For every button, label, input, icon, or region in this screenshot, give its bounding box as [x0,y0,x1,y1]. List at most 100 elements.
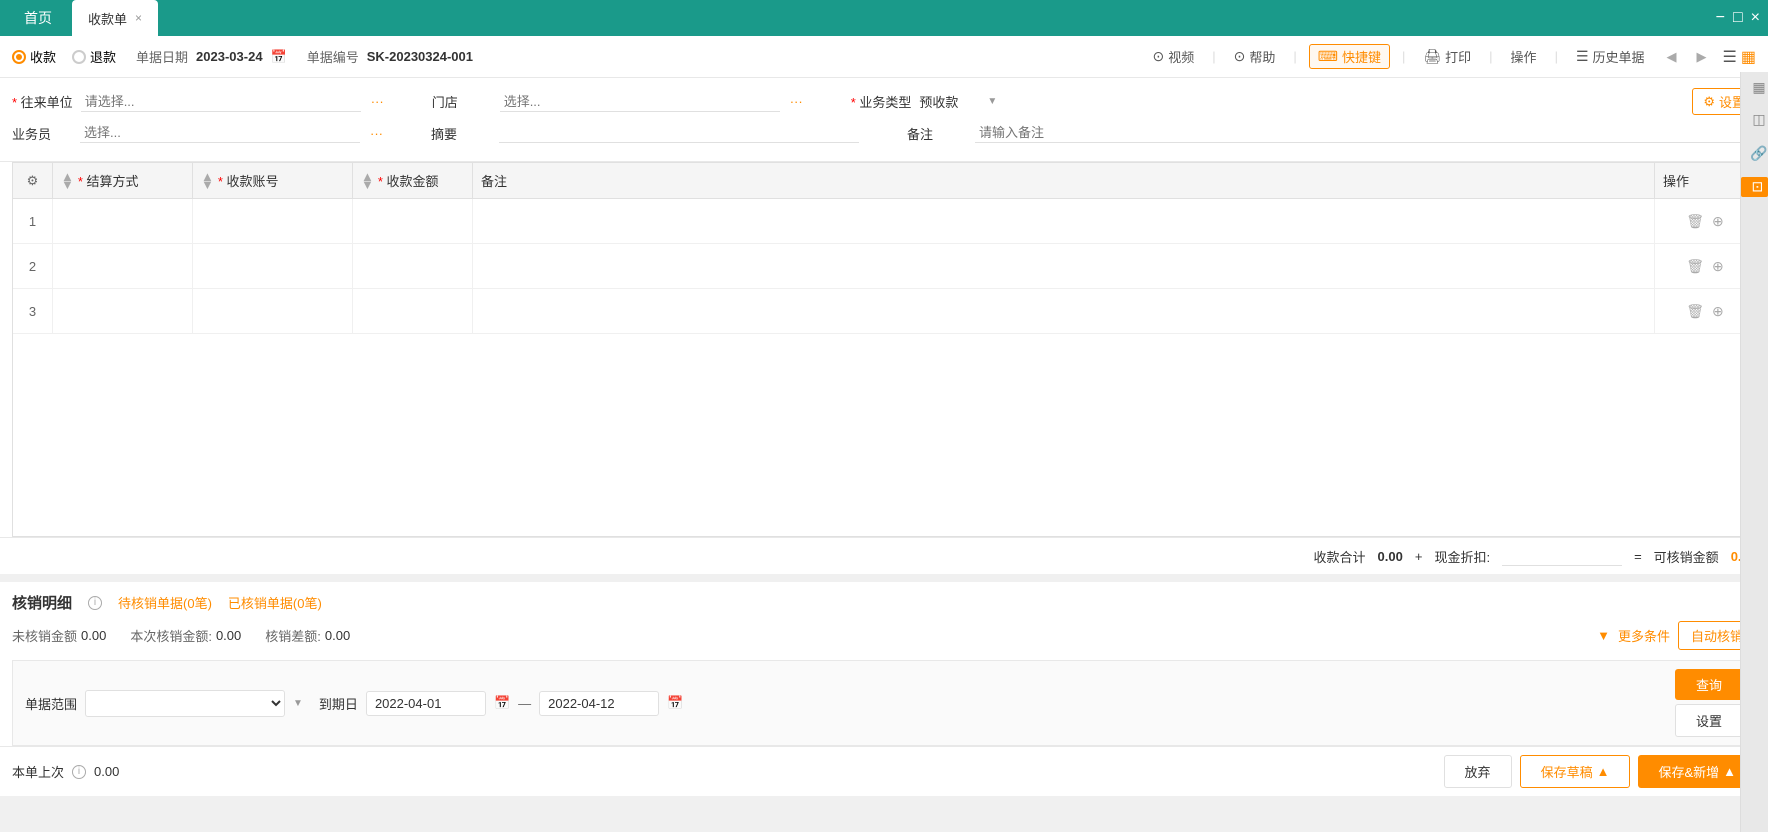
payment-type-group: 收款 退款 [12,47,116,66]
biz-type-chevron-icon[interactable]: ▼ [987,96,997,107]
bottom-info-icon[interactable]: i [72,765,86,779]
store-label: 门店 [432,92,492,111]
tab-bar: 首页 收款单 × − □ × [0,0,1768,36]
print-btn[interactable]: 🖨 打印 [1417,45,1477,68]
counterparty-input[interactable] [81,92,361,112]
summary-row: 收款合计 0.00 + 现金折扣: = 可核销金额 0.00 [0,537,1768,574]
tab-home[interactable]: 首页 [8,0,68,36]
query-buttons: 查询 设置 [1675,669,1743,737]
td-amount-1[interactable] [353,199,473,243]
row-copy-icon-1[interactable]: ⊕ [1712,213,1724,230]
bottom-notice-label: 本单上次 [12,762,64,781]
row-delete-icon-3[interactable]: 🗑 [1686,303,1704,320]
summary-label: 摘要 [431,124,491,143]
radio-refund[interactable]: 退款 [72,47,116,66]
main-content: 收款 退款 单据日期 2023-03-24 📅 单据编号 SK-20230324… [0,36,1768,796]
verify-info-icon[interactable]: i [88,596,102,610]
store-more-icon[interactable]: ··· [790,94,803,109]
query-btn[interactable]: 查询 [1675,669,1743,700]
row-copy-icon-2[interactable]: ⊕ [1712,258,1724,275]
equals-sign: = [1634,549,1642,564]
right-sidebar: ▦ ◫ 🔗 ⊡ [1740,72,1768,832]
sort-arrows-settlement: ▲▼ [61,173,74,189]
window-minimize-icon[interactable]: − [1716,9,1725,27]
history-btn[interactable]: ☰ 历史单据 [1570,45,1651,68]
td-account-3[interactable] [193,289,353,333]
window-close-icon[interactable]: × [1751,9,1760,27]
filter-row: 单据范围 ▼ 到期日 📅 — 📅 查询 设置 [12,660,1756,746]
video-btn[interactable]: ⊙ 视频 [1146,45,1200,68]
sidebar-doc-icon[interactable]: ◫ [1741,112,1768,128]
history-icon: ☰ [1576,48,1589,65]
nav-prev-icon[interactable]: ◀ [1663,49,1681,65]
save-draft-btn[interactable]: 保存草稿 ▲ [1520,755,1631,788]
date-to-calendar-icon[interactable]: 📅 [667,695,683,711]
th-remark: 备注 [473,163,1655,198]
td-remark-1[interactable] [473,199,1655,243]
shortcut-btn[interactable]: ⌨ 快捷键 [1309,44,1390,69]
table-row: 2 🗑 ⊕ [13,244,1755,289]
nav-next-icon[interactable]: ▶ [1693,49,1711,65]
radio-receipt[interactable]: 收款 [12,47,56,66]
td-account-1[interactable] [193,199,353,243]
range-select[interactable] [85,690,285,717]
row-delete-icon-1[interactable]: 🗑 [1686,213,1704,230]
remark-input[interactable] [975,123,1756,143]
doc-date-value: 2023-03-24 [196,49,263,64]
help-btn[interactable]: ⊙ 帮助 [1228,45,1282,68]
tab-close-icon[interactable]: × [135,11,142,25]
shortcut-icon: ⌨ [1318,48,1338,65]
discount-input[interactable] [1502,546,1622,566]
table-settings-icon[interactable]: ⚙ [13,163,53,198]
verify-tab-done[interactable]: 已核销单据(0笔) [228,593,322,612]
date-range-field: 到期日 📅 — 📅 [319,691,683,716]
discount-label: 现金折扣: [1434,547,1490,566]
save-draft-chevron-icon: ▲ [1597,764,1610,779]
row-copy-icon-3[interactable]: ⊕ [1712,303,1724,320]
td-remark-2[interactable] [473,244,1655,288]
sidebar-active-icon[interactable]: ⊡ [1741,177,1768,197]
current-cancel-label: 本次核销金额: [130,626,212,645]
more-conditions-link[interactable]: 更多条件 [1618,626,1670,645]
summary-input[interactable] [499,123,859,143]
filter-icon[interactable]: ▼ [1597,628,1610,643]
doc-num-value: SK-20230324-001 [367,49,473,64]
window-maximize-icon[interactable]: □ [1733,9,1743,27]
store-input[interactable] [500,92,780,112]
save-new-btn[interactable]: 保存&新增 ▲ [1638,755,1756,788]
td-amount-3[interactable] [353,289,473,333]
doc-date-section: 单据日期 2023-03-24 📅 [136,47,287,66]
date-to-input[interactable] [539,691,659,716]
counterparty-more-icon[interactable]: ··· [371,94,384,109]
uncanceled-label: 未核销金额 [12,626,77,645]
td-settlement-1[interactable] [53,199,193,243]
td-settlement-2[interactable] [53,244,193,288]
sidebar-table-icon[interactable]: ▦ [1741,80,1768,96]
staff-more-icon[interactable]: ··· [370,126,383,141]
sidebar-link-icon[interactable]: 🔗 [1741,144,1768,161]
range-chevron-icon: ▼ [293,698,303,709]
td-settlement-3[interactable] [53,289,193,333]
sort-arrows-amount: ▲▼ [361,173,374,189]
date-from-input[interactable] [366,691,486,716]
list-view-icon[interactable]: ☰ [1723,47,1737,67]
staff-input[interactable] [80,123,360,143]
tab-receipt[interactable]: 收款单 × [72,0,158,36]
grid-view-icon[interactable]: ▦ [1741,47,1756,67]
current-cancel-value: 0.00 [216,628,241,643]
discard-btn[interactable]: 放弃 [1444,755,1512,788]
verify-settings-btn[interactable]: 设置 [1675,704,1743,737]
table-row: 3 🗑 ⊕ [13,289,1755,334]
date-from-calendar-icon[interactable]: 📅 [494,695,510,711]
remark-label: 备注 [907,124,967,143]
operation-btn[interactable]: 操作 [1505,45,1543,68]
td-amount-2[interactable] [353,244,473,288]
toolbar: 收款 退款 单据日期 2023-03-24 📅 单据编号 SK-20230324… [0,36,1768,78]
verify-tab-pending[interactable]: 待核销单据(0笔) [118,593,212,612]
td-remark-3[interactable] [473,289,1655,333]
bottom-bar: 本单上次 i 0.00 放弃 保存草稿 ▲ 保存&新增 ▲ [0,746,1768,796]
verify-title: 核销明细 [12,592,72,613]
calendar-icon[interactable]: 📅 [271,49,287,65]
td-account-2[interactable] [193,244,353,288]
row-delete-icon-2[interactable]: 🗑 [1686,258,1704,275]
